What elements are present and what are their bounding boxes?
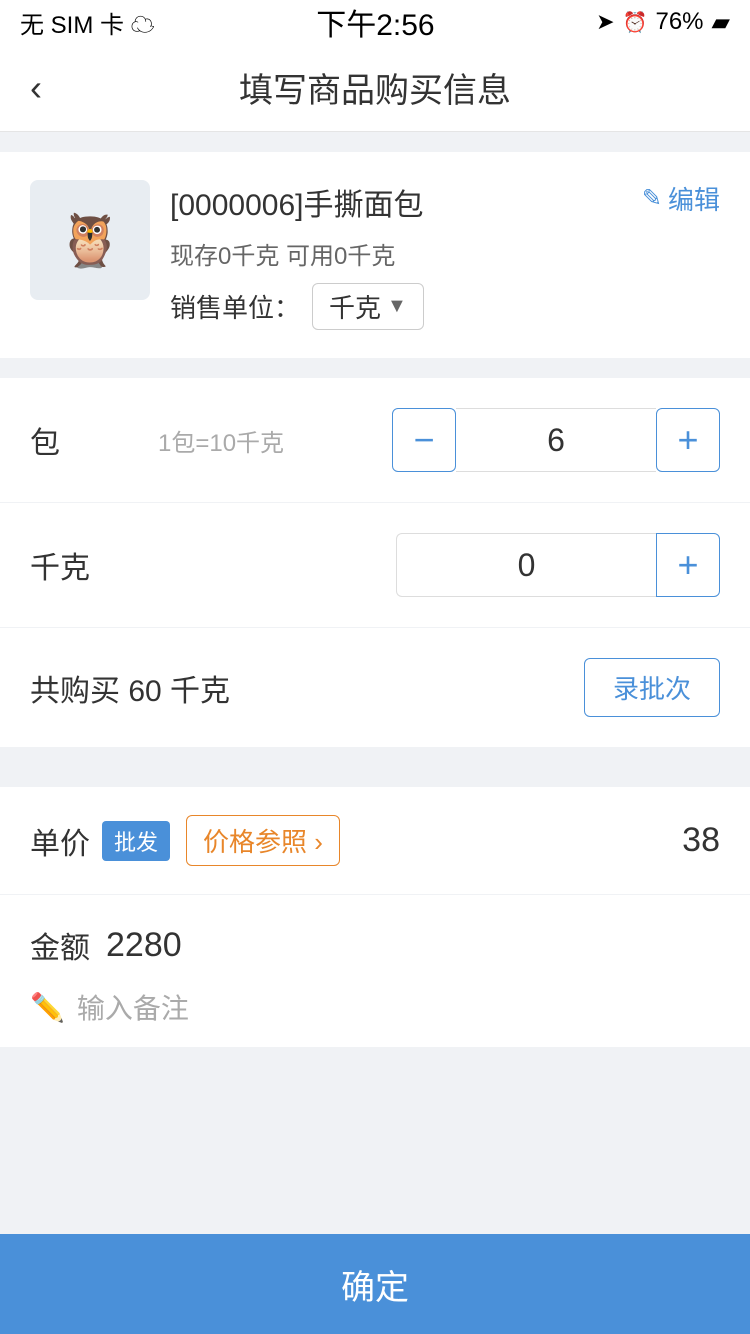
price-section: 单价 批发 价格参照 › 38: [0, 787, 750, 895]
kg-controls: +: [396, 533, 720, 597]
note-placeholder: 输入备注: [77, 987, 189, 1027]
price-value: 38: [682, 821, 720, 860]
product-info: [0000006]手撕面包 现存0千克 可用0千克 销售单位： 千克 ▼: [170, 180, 720, 330]
kg-plus-button[interactable]: +: [656, 533, 720, 597]
price-ref-button[interactable]: 价格参照 ›: [186, 815, 340, 866]
note-row[interactable]: ✏️ 输入备注: [30, 987, 720, 1027]
product-thumbnail: 🦉: [30, 180, 150, 300]
package-label: 包: [30, 418, 150, 462]
sim-status: 无 SIM 卡 ☁: [20, 5, 155, 40]
confirm-button[interactable]: 确定: [0, 1234, 750, 1334]
package-plus-button[interactable]: +: [656, 408, 720, 472]
edit-label: 编辑: [668, 180, 720, 217]
price-tag: 批发: [102, 821, 170, 861]
page-title: 填写商品购买信息: [239, 63, 511, 112]
divider-2: [0, 747, 750, 767]
product-card: 🦉 [0000006]手撕面包 现存0千克 可用0千克 销售单位： 千克 ▼ ✎…: [0, 152, 750, 358]
amount-label: 金额: [30, 923, 90, 967]
confirm-label: 确定: [341, 1260, 409, 1309]
back-button[interactable]: ‹: [30, 67, 42, 109]
divider-1: [0, 358, 750, 378]
edit-button[interactable]: ✎ 编辑: [642, 180, 720, 217]
summary-text: 共购买 60 千克: [30, 666, 230, 710]
nav-bar: ‹ 填写商品购买信息: [0, 44, 750, 132]
status-time: 下午2:56: [316, 0, 434, 44]
status-right: ➤ ⏰ 76% ▰: [596, 8, 730, 37]
package-minus-button[interactable]: −: [392, 408, 456, 472]
product-name: [0000006]手撕面包: [170, 180, 720, 224]
amount-section: 金额 2280 ✏️ 输入备注: [0, 895, 750, 1047]
location-icon: ➤: [596, 9, 614, 35]
kg-label: 千克: [30, 543, 150, 587]
edit-icon: ✎: [642, 184, 662, 213]
batch-button[interactable]: 录批次: [584, 658, 720, 717]
product-stock: 现存0千克 可用0千克: [170, 236, 720, 271]
price-ref-label: 价格参照 ›: [203, 822, 323, 859]
status-left: 无 SIM 卡 ☁: [20, 5, 155, 40]
pencil-icon: ✏️: [30, 991, 65, 1024]
unit-value: 千克: [329, 288, 381, 325]
amount-value: 2280: [106, 926, 182, 965]
package-hint: 1包=10千克: [158, 423, 284, 458]
unit-label: 销售单位：: [170, 288, 300, 325]
battery-icon: ▰: [712, 8, 730, 37]
product-thumb-icon: 🦉: [58, 210, 123, 271]
package-input[interactable]: [456, 408, 656, 472]
price-label: 单价: [30, 819, 90, 863]
dropdown-icon: ▼: [387, 295, 407, 318]
status-bar: 无 SIM 卡 ☁ 下午2:56 ➤ ⏰ 76% ▰: [0, 0, 750, 44]
amount-row: 金额 2280: [30, 923, 720, 967]
price-row: 单价 批发 价格参照 › 38: [0, 787, 750, 895]
product-unit-row: 销售单位： 千克 ▼: [170, 283, 720, 330]
kg-input[interactable]: [396, 533, 656, 597]
alarm-icon: ⏰: [623, 10, 648, 35]
input-section: 包 1包=10千克 − + 千克 +: [0, 378, 750, 628]
summary-row: 共购买 60 千克 录批次: [0, 628, 750, 747]
package-controls: − +: [392, 408, 720, 472]
unit-select[interactable]: 千克 ▼: [312, 283, 424, 330]
package-input-row: 包 1包=10千克 − +: [0, 378, 750, 503]
kg-input-row: 千克 +: [0, 503, 750, 628]
battery-text: 76%: [655, 8, 703, 36]
